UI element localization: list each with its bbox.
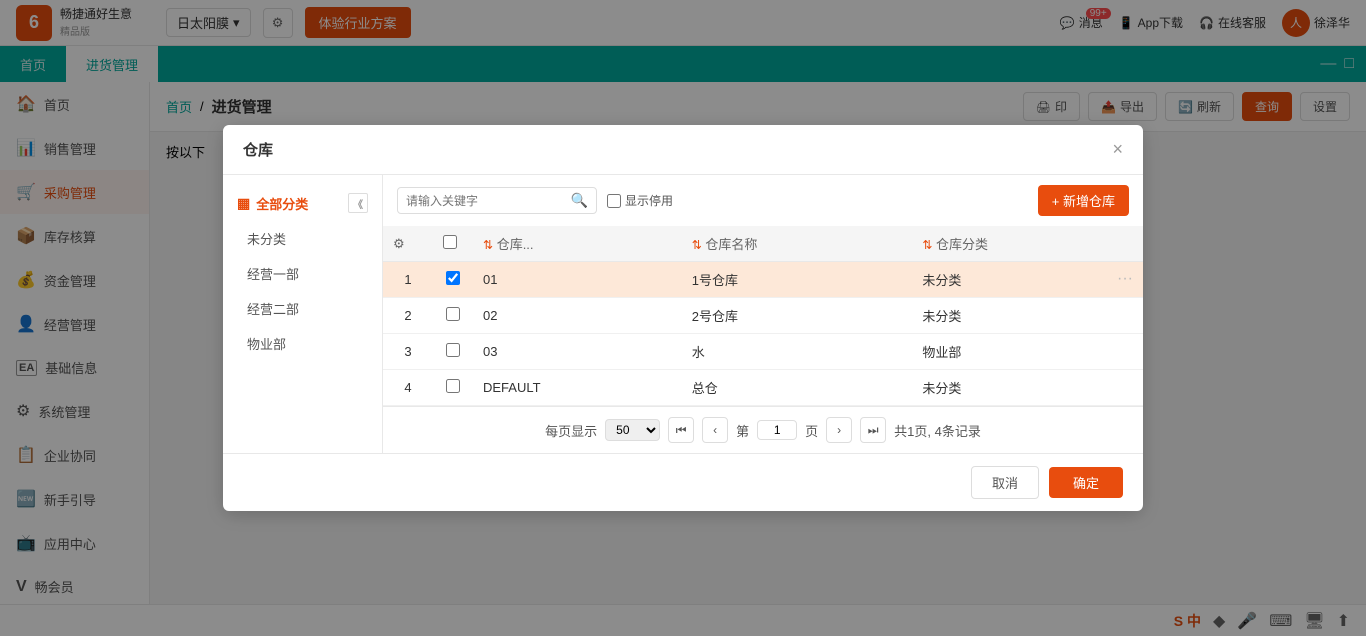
row-check-3	[433, 334, 473, 370]
col-header-name: ⇅ 仓库名称	[682, 226, 913, 262]
first-page-button[interactable]: ⏮	[668, 417, 694, 443]
grid-icon: ▦	[237, 195, 250, 212]
total-info: 共1页, 4条记录	[894, 421, 981, 440]
search-icon: 🔍	[571, 192, 588, 209]
row-checkbox-2[interactable]	[446, 307, 460, 321]
category-item-ops2[interactable]: 经营二部	[223, 291, 382, 326]
page-label: 第	[736, 421, 749, 440]
modal-title: 仓库	[243, 139, 273, 160]
modal-footer: 取消 确定	[223, 453, 1143, 511]
sort-cat-icon: ⇅	[922, 238, 932, 252]
row-check-1	[433, 262, 473, 298]
category-sidebar: ▦ 全部分类 《 未分类 经营一部 经营二部 物业部	[223, 175, 383, 453]
row-name-4: 总仓	[682, 370, 913, 406]
category-header: ▦ 全部分类 《	[223, 185, 382, 221]
pagination: 每页显示 50 100 ⏮ ‹ 第 页 › ⏭ 共1页, 4条记录	[383, 406, 1143, 453]
table-scroll: ⚙ ⇅ 仓库... ⇅	[383, 226, 1143, 406]
warehouse-table: ⚙ ⇅ 仓库... ⇅	[383, 226, 1143, 406]
page-size-label: 每页显示	[545, 421, 597, 440]
page-unit: 页	[805, 421, 818, 440]
row-checkbox-3[interactable]	[446, 343, 460, 357]
table-row[interactable]: 4 DEFAULT 总仓 未分类	[383, 370, 1143, 406]
modal-backdrop[interactable]: 仓库 × ▦ 全部分类 《 未分类 经营一部	[0, 0, 1366, 636]
row-cat-3: 物业部	[912, 334, 1143, 370]
row-gear-4: 4	[383, 370, 433, 406]
row-code-2: 02	[473, 298, 682, 334]
row-checkbox-4[interactable]	[446, 379, 460, 393]
show-disabled-label[interactable]: 显示停用	[607, 192, 673, 209]
modal-header: 仓库 ×	[223, 125, 1143, 175]
col-header-check	[433, 226, 473, 262]
modal-body: ▦ 全部分类 《 未分类 经营一部 经营二部 物业部	[223, 175, 1143, 453]
page-size-select[interactable]: 50 100	[605, 419, 660, 441]
col-header-category: ⇅ 仓库分类	[912, 226, 1143, 262]
row-gear-2: 2	[383, 298, 433, 334]
prev-page-button[interactable]: ‹	[702, 417, 728, 443]
col-header-gear: ⚙	[383, 226, 433, 262]
row-name-1: 1号仓库	[682, 262, 913, 298]
row-name-3: 水	[682, 334, 913, 370]
table-row[interactable]: 1 01 1号仓库 未分类 ···	[383, 262, 1143, 298]
warehouse-modal: 仓库 × ▦ 全部分类 《 未分类 经营一部	[223, 125, 1143, 511]
collapse-button[interactable]: 《	[348, 193, 368, 213]
last-page-button[interactable]: ⏭	[860, 417, 886, 443]
row-checkbox-1[interactable]	[446, 271, 460, 285]
table-row[interactable]: 3 03 水 物业部	[383, 334, 1143, 370]
page-input[interactable]	[757, 420, 797, 440]
gear-col-icon: ⚙	[393, 236, 405, 251]
add-warehouse-button[interactable]: + 新增仓库	[1038, 185, 1129, 216]
sort-icon: ⇅	[483, 238, 493, 252]
next-page-button[interactable]: ›	[826, 417, 852, 443]
table-row[interactable]: 2 02 2号仓库 未分类	[383, 298, 1143, 334]
row-gear-1: 1	[383, 262, 433, 298]
row-name-2: 2号仓库	[682, 298, 913, 334]
confirm-button[interactable]: 确定	[1049, 467, 1123, 498]
col-header-code: ⇅ 仓库...	[473, 226, 682, 262]
row-cat-1: 未分类 ···	[912, 262, 1143, 298]
row-code-4: DEFAULT	[473, 370, 682, 406]
row-check-4	[433, 370, 473, 406]
row-check-2	[433, 298, 473, 334]
row-cat-2: 未分类	[912, 298, 1143, 334]
search-input[interactable]	[406, 194, 565, 208]
table-area: 🔍 显示停用 + 新增仓库 ⚙	[383, 175, 1143, 453]
row-code-1: 01	[473, 262, 682, 298]
sort-name-icon: ⇅	[692, 238, 702, 252]
search-wrap: 🔍	[397, 187, 597, 214]
cancel-button[interactable]: 取消	[971, 466, 1039, 499]
row-gear-3: 3	[383, 334, 433, 370]
category-item-property[interactable]: 物业部	[223, 326, 382, 361]
category-item-ops1[interactable]: 经营一部	[223, 256, 382, 291]
modal-close-button[interactable]: ×	[1112, 139, 1123, 160]
show-disabled-checkbox[interactable]	[607, 194, 621, 208]
row-cat-4: 未分类	[912, 370, 1143, 406]
category-all-label[interactable]: 全部分类	[256, 194, 308, 213]
table-toolbar: 🔍 显示停用 + 新增仓库	[383, 175, 1143, 226]
category-item-unclassified[interactable]: 未分类	[223, 221, 382, 256]
more-actions-icon-1[interactable]: ···	[1117, 270, 1133, 288]
select-all-checkbox[interactable]	[443, 235, 457, 249]
row-code-3: 03	[473, 334, 682, 370]
